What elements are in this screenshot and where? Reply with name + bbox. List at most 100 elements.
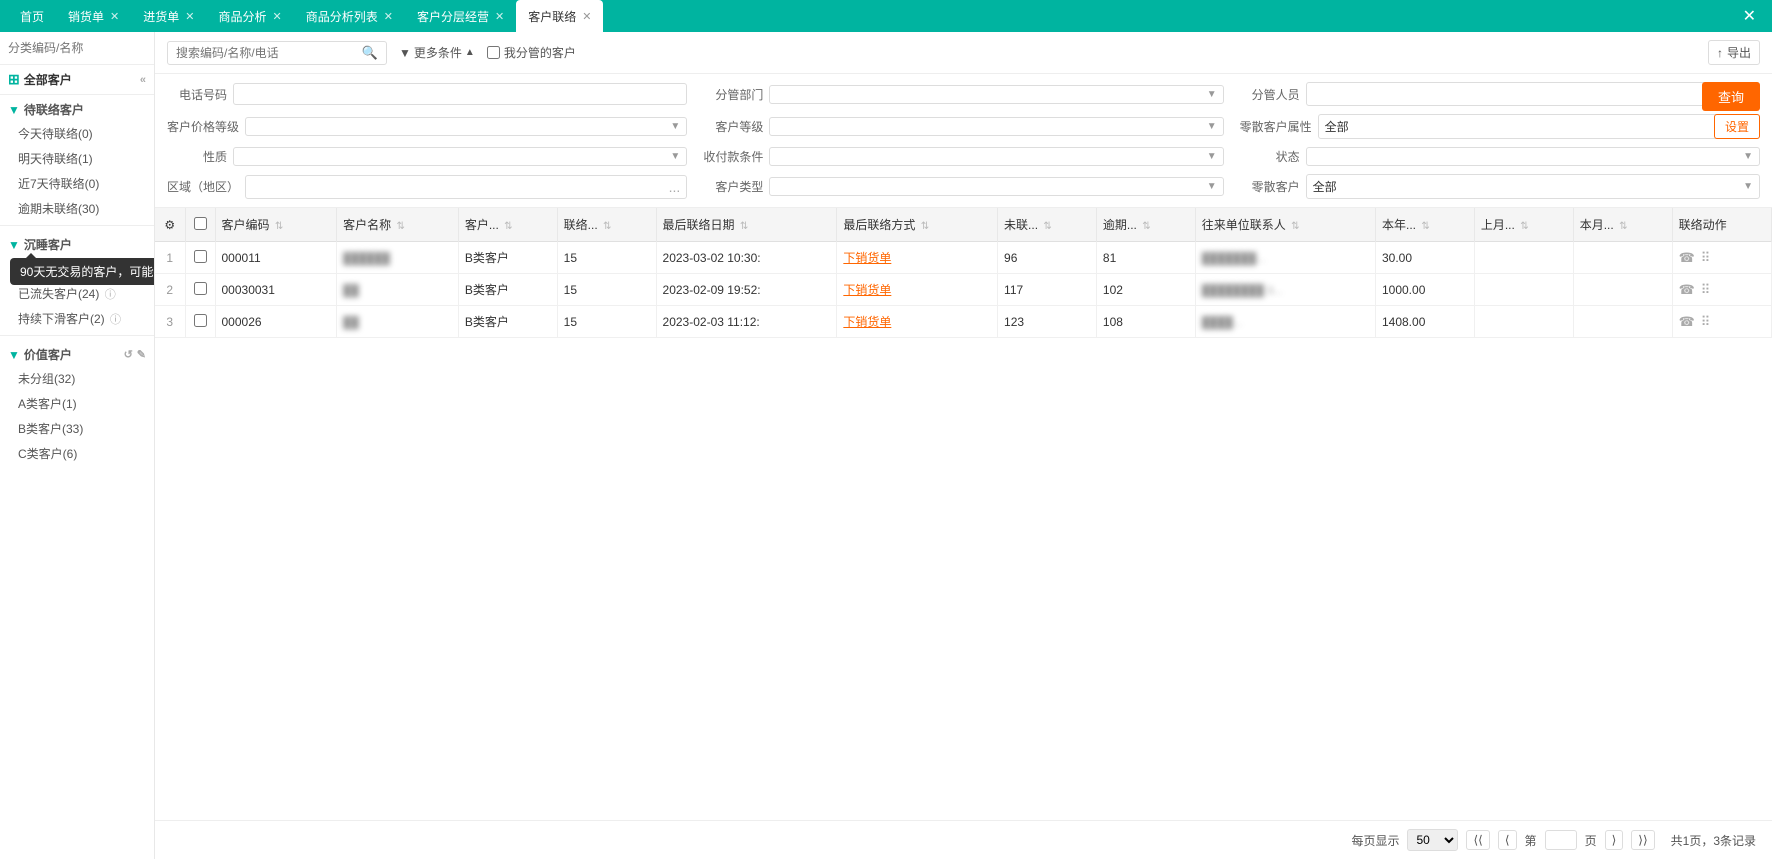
- tab-customer-tier[interactable]: 客户分层经营 ✕: [405, 0, 516, 32]
- col-this-month[interactable]: 本月... ⇅: [1573, 208, 1672, 242]
- sidebar-search-input[interactable]: [8, 41, 155, 55]
- select-all-checkbox[interactable]: [194, 217, 207, 230]
- sidebar-item-b-class[interactable]: B类客户(33): [0, 416, 154, 441]
- row2-last-method[interactable]: 下销货单: [837, 274, 998, 306]
- sidebar-collapse-icon[interactable]: «: [140, 74, 146, 86]
- col-settings[interactable]: ⚙: [155, 208, 185, 242]
- filter-customer-level-select[interactable]: ▼: [769, 117, 1223, 136]
- page-size-select[interactable]: 50 100 200: [1407, 829, 1458, 851]
- filter-status-select[interactable]: ▼: [1306, 147, 1760, 166]
- row2-select[interactable]: [194, 282, 207, 295]
- tab-customer-contact-close[interactable]: ✕: [582, 10, 591, 23]
- tab-purchase-close[interactable]: ✕: [185, 10, 194, 23]
- settings-button[interactable]: 设置: [1714, 114, 1760, 139]
- col-unit-contact[interactable]: 往来单位联系人 ⇅: [1195, 208, 1375, 242]
- sidebar-item-lost-already[interactable]: 已流失客户(24) ⓘ: [0, 281, 154, 306]
- col-last-month-sort[interactable]: ⇅: [1520, 221, 1528, 232]
- export-btn[interactable]: ↑ 导出: [1708, 40, 1760, 65]
- row3-contact-icon[interactable]: ☎: [1679, 314, 1695, 330]
- filter-person-select[interactable]: ...: [1306, 82, 1760, 106]
- sidebar-item-7days[interactable]: 近7天待联络(0): [0, 171, 154, 196]
- row1-contact-icon[interactable]: ☎: [1679, 250, 1695, 266]
- row3-more-icon[interactable]: ⠿: [1701, 314, 1711, 330]
- col-this-month-sort[interactable]: ⇅: [1619, 221, 1627, 232]
- refresh-icon[interactable]: ↺: [124, 348, 133, 361]
- sidebar-item-today[interactable]: 今天待联络(0): [0, 121, 154, 146]
- col-code-sort[interactable]: ⇅: [275, 221, 283, 232]
- sidebar-item-overdue[interactable]: 逾期未联络(30): [0, 196, 154, 221]
- sidebar-item-at-risk[interactable]: 流失预警客户(3) ⚠: [0, 256, 154, 281]
- col-last-method-sort[interactable]: ⇅: [921, 221, 929, 232]
- col-this-year[interactable]: 本年... ⇅: [1375, 208, 1474, 242]
- row3-last-method[interactable]: 下销货单: [837, 306, 998, 338]
- sidebar-group-pending-title[interactable]: ▼ 待联络客户: [0, 95, 154, 121]
- col-code[interactable]: 客户编码 ⇅: [215, 208, 337, 242]
- tab-customer-contact[interactable]: 客户联络 ✕: [516, 0, 603, 32]
- row2-more-icon[interactable]: ⠿: [1701, 282, 1711, 298]
- tab-analysis-list[interactable]: 商品分析列表 ✕: [294, 0, 405, 32]
- sidebar-item-unsorted[interactable]: 未分组(32): [0, 366, 154, 391]
- col-contact-sort[interactable]: ⇅: [603, 221, 611, 232]
- col-this-year-sort[interactable]: ⇅: [1421, 221, 1429, 232]
- more-conditions-btn[interactable]: ▼ 更多条件 ▲: [399, 44, 475, 61]
- col-name-sort[interactable]: ⇅: [397, 221, 405, 232]
- col-uncontacted-sort[interactable]: ⇅: [1043, 221, 1051, 232]
- col-last-method[interactable]: 最后联络方式 ⇅: [837, 208, 998, 242]
- row1-checkbox[interactable]: [185, 242, 215, 274]
- col-type-sort[interactable]: ⇅: [504, 221, 512, 232]
- tab-sales-close[interactable]: ✕: [110, 10, 119, 23]
- col-overdue[interactable]: 逾期... ⇅: [1096, 208, 1195, 242]
- query-button[interactable]: 查询: [1702, 82, 1760, 111]
- page-last-btn[interactable]: ⟩⟩: [1631, 830, 1654, 850]
- tab-purchase[interactable]: 进货单 ✕: [131, 0, 206, 32]
- filter-region-select[interactable]: ...: [245, 175, 687, 199]
- window-close-icon[interactable]: ✕: [1735, 6, 1764, 26]
- tab-sales[interactable]: 销货单 ✕: [56, 0, 131, 32]
- col-contact[interactable]: 联络... ⇅: [557, 208, 656, 242]
- sidebar-search-box[interactable]: 🔍: [0, 32, 154, 65]
- edit-icon[interactable]: ✎: [137, 348, 146, 361]
- row1-select[interactable]: [194, 250, 207, 263]
- page-prev-btn[interactable]: ⟨: [1498, 830, 1517, 850]
- page-number-input[interactable]: 1: [1545, 830, 1577, 850]
- filter-payment-select[interactable]: ▼: [769, 147, 1223, 166]
- filter-price-level-select[interactable]: ▼: [245, 117, 687, 136]
- tab-analysis-list-close[interactable]: ✕: [384, 10, 393, 23]
- col-unit-contact-sort[interactable]: ⇅: [1291, 221, 1299, 232]
- page-next-btn[interactable]: ⟩: [1605, 830, 1624, 850]
- row1-more-icon[interactable]: ⠿: [1701, 250, 1711, 266]
- tab-analysis[interactable]: 商品分析 ✕: [206, 0, 293, 32]
- filter-zero-retail-select[interactable]: 全部 ▼: [1306, 174, 1760, 199]
- sidebar-group-value-title[interactable]: ▼ 价值客户 ↺ ✎: [0, 340, 154, 366]
- tab-analysis-close[interactable]: ✕: [273, 10, 282, 23]
- sidebar-item-c-class[interactable]: C类客户(6): [0, 441, 154, 466]
- col-last-date-sort[interactable]: ⇅: [740, 221, 748, 232]
- filter-customer-type-select[interactable]: ▼: [769, 177, 1223, 196]
- tab-customer-tier-close[interactable]: ✕: [495, 10, 504, 23]
- col-type[interactable]: 客户... ⇅: [458, 208, 557, 242]
- col-last-month[interactable]: 上月... ⇅: [1474, 208, 1573, 242]
- filter-zero-retail-attr-select[interactable]: 全部 ▼: [1318, 114, 1760, 139]
- sidebar-item-declining[interactable]: 持续下滑客户(2) ⓘ: [0, 306, 154, 331]
- row3-select[interactable]: [194, 314, 207, 327]
- filter-search-input[interactable]: [176, 46, 362, 60]
- my-customers-checkbox[interactable]: 我分管的客户: [487, 44, 576, 61]
- page-first-btn[interactable]: ⟨⟨: [1466, 830, 1489, 850]
- row1-last-method[interactable]: 下销货单: [837, 242, 998, 274]
- table-settings-icon[interactable]: ⚙: [164, 218, 175, 232]
- filter-nature-select[interactable]: ▼: [233, 147, 687, 166]
- col-last-date[interactable]: 最后联络日期 ⇅: [656, 208, 837, 242]
- tab-home[interactable]: 首页: [8, 0, 56, 32]
- sidebar-all-customers[interactable]: ⊞ 全部客户 «: [0, 65, 154, 95]
- sidebar-item-a-class[interactable]: A类客户(1): [0, 391, 154, 416]
- col-uncontacted[interactable]: 未联... ⇅: [998, 208, 1097, 242]
- row2-contact-icon[interactable]: ☎: [1679, 282, 1695, 298]
- col-checkbox[interactable]: [185, 208, 215, 242]
- filter-dept-select[interactable]: ▼: [769, 85, 1223, 104]
- sidebar-item-tomorrow[interactable]: 明天待联络(1): [0, 146, 154, 171]
- filter-search-box[interactable]: 🔍: [167, 41, 387, 65]
- filter-phone-input[interactable]: [233, 83, 687, 105]
- my-customers-input[interactable]: [487, 46, 500, 59]
- sidebar-group-lost-title[interactable]: ▼ 沉睡客户: [0, 230, 154, 256]
- filter-search-icon[interactable]: 🔍: [362, 45, 378, 61]
